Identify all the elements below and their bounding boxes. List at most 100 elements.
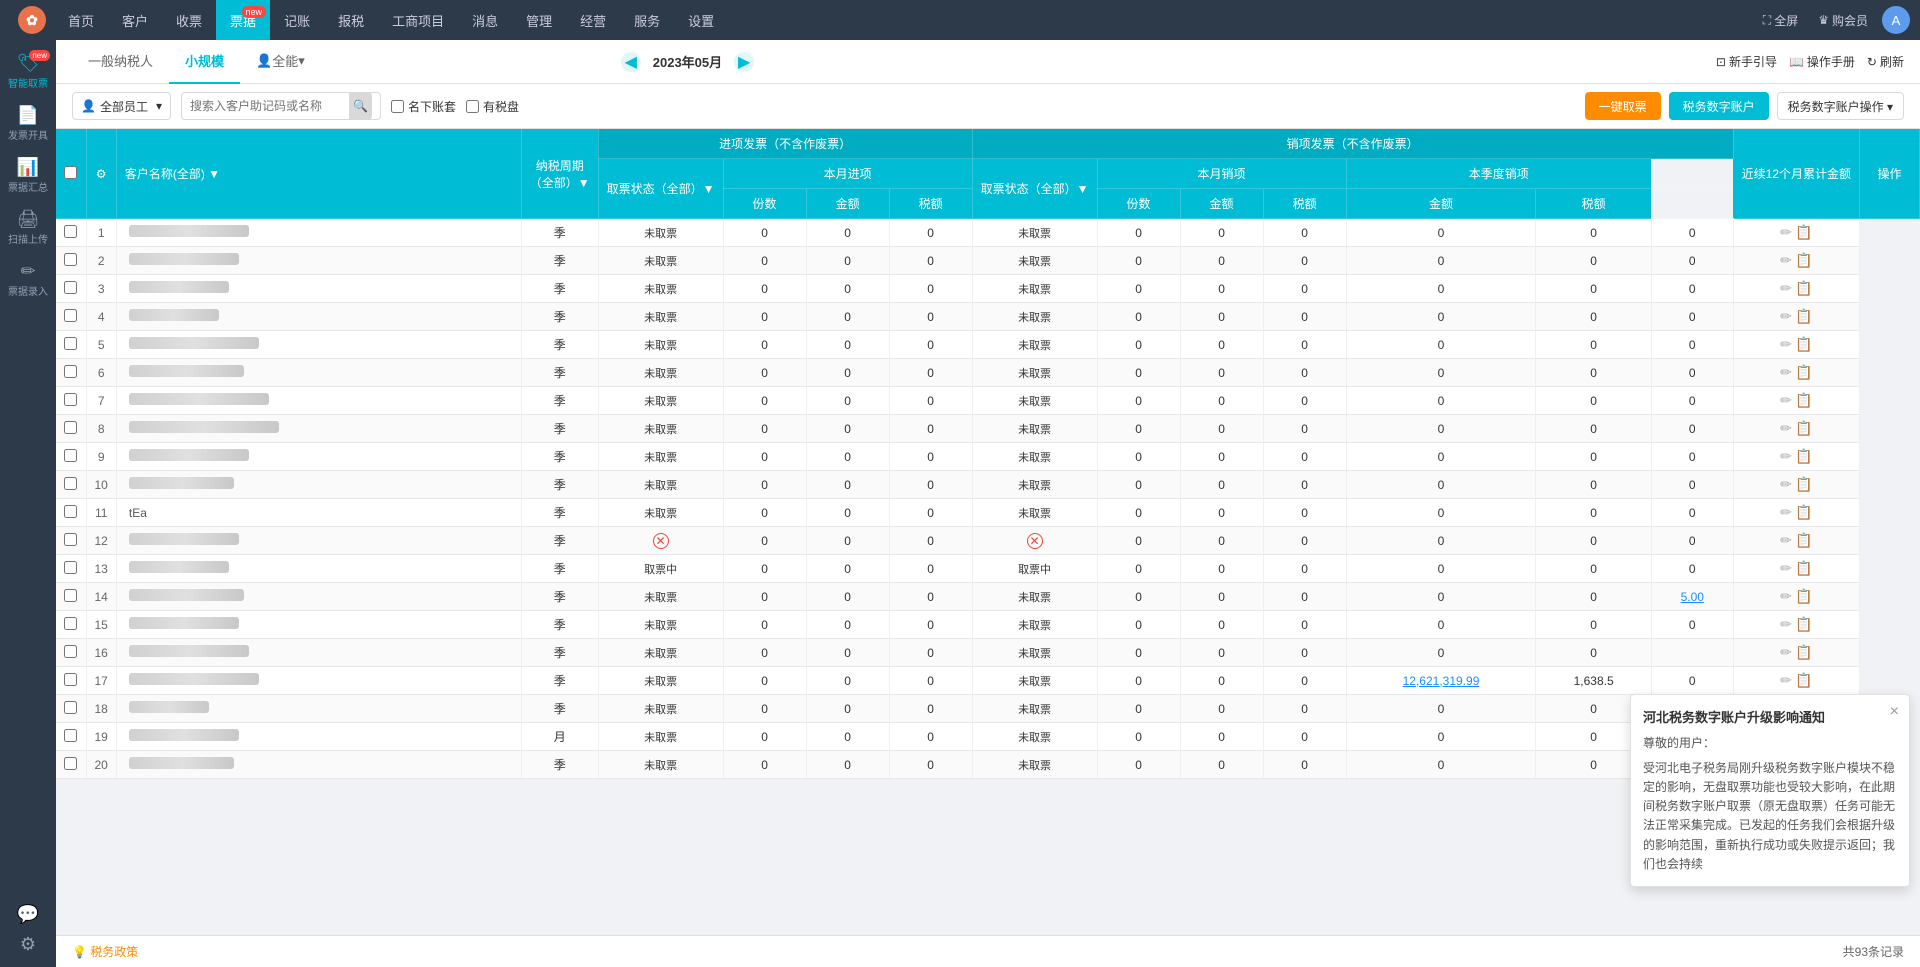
edit-button[interactable]: ✏ [1780,588,1792,604]
select-all-checkbox[interactable] [64,166,77,179]
copy-button[interactable]: 📋 [1795,224,1812,240]
search-input-field[interactable] [190,99,345,113]
copy-button[interactable]: 📋 [1795,588,1812,604]
nav-accounting[interactable]: 记账 [270,0,324,40]
nav-manage[interactable]: 管理 [512,0,566,40]
row-checkbox[interactable] [64,757,77,770]
sidebar-item-config[interactable]: ⚙ [2,929,54,959]
copy-button[interactable]: 📋 [1795,280,1812,296]
tab-all-in-one[interactable]: 👤 全能 ▾ [240,40,321,84]
nav-service[interactable]: 服务 [620,0,674,40]
under-account-input[interactable] [391,100,404,113]
sidebar-item-scan[interactable]: 🖨 扫描上传 [2,204,54,252]
cumulative-value[interactable]: 5.00 [1681,590,1704,604]
user-avatar[interactable]: A [1882,6,1910,34]
row-checkbox[interactable] [64,393,77,406]
row-checkbox-cell[interactable] [56,275,86,303]
sidebar-item-issue[interactable]: 📄 发票开具 [2,100,54,148]
row-checkbox[interactable] [64,505,77,518]
row-checkbox-cell[interactable] [56,723,86,751]
edit-button[interactable]: ✏ [1780,448,1792,464]
edit-button[interactable]: ✏ [1780,532,1792,548]
row-checkbox-cell[interactable] [56,219,86,247]
nav-invoice[interactable]: 票据 new [216,0,270,40]
has-tax-disk-checkbox[interactable]: 有税盘 [466,98,519,115]
sidebar-item-entry[interactable]: ✏ 票据录入 [2,256,54,304]
row-checkbox[interactable] [64,589,77,602]
row-checkbox[interactable] [64,281,77,294]
row-checkbox-cell[interactable] [56,527,86,555]
tax-digital-account-button[interactable]: 税务数字账户 [1669,92,1769,120]
one-click-collect-button[interactable]: 一键取票 [1585,92,1661,120]
vip-button[interactable]: ♛ 购会员 [1812,12,1874,29]
nav-message[interactable]: 消息 [458,0,512,40]
copy-button[interactable]: 📋 [1795,392,1812,408]
edit-button[interactable]: ✏ [1780,644,1792,660]
sidebar-item-summary[interactable]: 📊 票据汇总 [2,152,54,200]
row-checkbox-cell[interactable] [56,695,86,723]
manual-button[interactable]: 📖 操作手册 [1789,53,1855,70]
copy-button[interactable]: 📋 [1795,476,1812,492]
row-checkbox-cell[interactable] [56,303,86,331]
nav-business[interactable]: 工商项目 [378,0,458,40]
row-checkbox-cell[interactable] [56,667,86,695]
row-checkbox[interactable] [64,617,77,630]
edit-button[interactable]: ✏ [1780,308,1792,324]
guide-button[interactable]: ⊡ 新手引导 [1716,53,1777,70]
nav-tax[interactable]: 报税 [324,0,378,40]
nav-customer[interactable]: 客户 [108,0,162,40]
row-checkbox-cell[interactable] [56,611,86,639]
copy-button[interactable]: 📋 [1795,560,1812,576]
copy-button[interactable]: 📋 [1795,364,1812,380]
edit-button[interactable]: ✏ [1780,504,1792,520]
date-prev-button[interactable]: ◀ [621,52,641,72]
in-status-header[interactable]: 取票状态（全部）▼ [598,159,723,219]
edit-button[interactable]: ✏ [1780,224,1792,240]
row-checkbox-cell[interactable] [56,387,86,415]
copy-button[interactable]: 📋 [1795,672,1812,688]
copy-button[interactable]: 📋 [1795,644,1812,660]
row-checkbox-cell[interactable] [56,555,86,583]
out-status-header[interactable]: 取票状态（全部）▼ [972,159,1097,219]
row-checkbox-cell[interactable] [56,331,86,359]
tab-general-taxpayer[interactable]: 一般纳税人 [72,40,169,84]
edit-button[interactable]: ✏ [1780,560,1792,576]
row-checkbox-cell[interactable] [56,247,86,275]
edit-button[interactable]: ✏ [1780,392,1792,408]
edit-button[interactable]: ✏ [1780,476,1792,492]
row-checkbox[interactable] [64,449,77,462]
tax-policy-link[interactable]: 💡 税务政策 [72,943,138,960]
row-checkbox[interactable] [64,701,77,714]
has-tax-disk-input[interactable] [466,100,479,113]
sidebar-item-message[interactable]: 💬 [2,899,54,929]
row-checkbox[interactable] [64,645,77,658]
nav-collect[interactable]: 收票 [162,0,216,40]
row-checkbox[interactable] [64,253,77,266]
row-checkbox[interactable] [64,673,77,686]
row-checkbox-cell[interactable] [56,583,86,611]
row-checkbox-cell[interactable] [56,443,86,471]
copy-button[interactable]: 📋 [1795,336,1812,352]
copy-button[interactable]: 📋 [1795,504,1812,520]
row-checkbox[interactable] [64,365,77,378]
col-customer-header[interactable]: 客户名称(全部) ▼ [116,129,521,219]
tab-small-scale[interactable]: 小规模 [169,40,240,84]
row-checkbox[interactable] [64,337,77,350]
row-checkbox-cell[interactable] [56,639,86,667]
sidebar-item-smart-ticket[interactable]: 🏷 智能取票 new [2,48,54,96]
staff-select[interactable]: 👤 全部员工 ▾ [72,92,171,120]
row-checkbox[interactable] [64,533,77,546]
under-account-checkbox[interactable]: 名下账套 [391,98,456,115]
edit-button[interactable]: ✏ [1780,672,1792,688]
row-checkbox[interactable] [64,225,77,238]
fullscreen-button[interactable]: ⛶ 全屏 [1757,12,1804,29]
row-checkbox-cell[interactable] [56,359,86,387]
copy-button[interactable]: 📋 [1795,532,1812,548]
nav-settings[interactable]: 设置 [674,0,728,40]
edit-button[interactable]: ✏ [1780,616,1792,632]
row-checkbox-cell[interactable] [56,415,86,443]
edit-button[interactable]: ✏ [1780,280,1792,296]
row-checkbox-cell[interactable] [56,471,86,499]
copy-button[interactable]: 📋 [1795,308,1812,324]
edit-button[interactable]: ✏ [1780,420,1792,436]
